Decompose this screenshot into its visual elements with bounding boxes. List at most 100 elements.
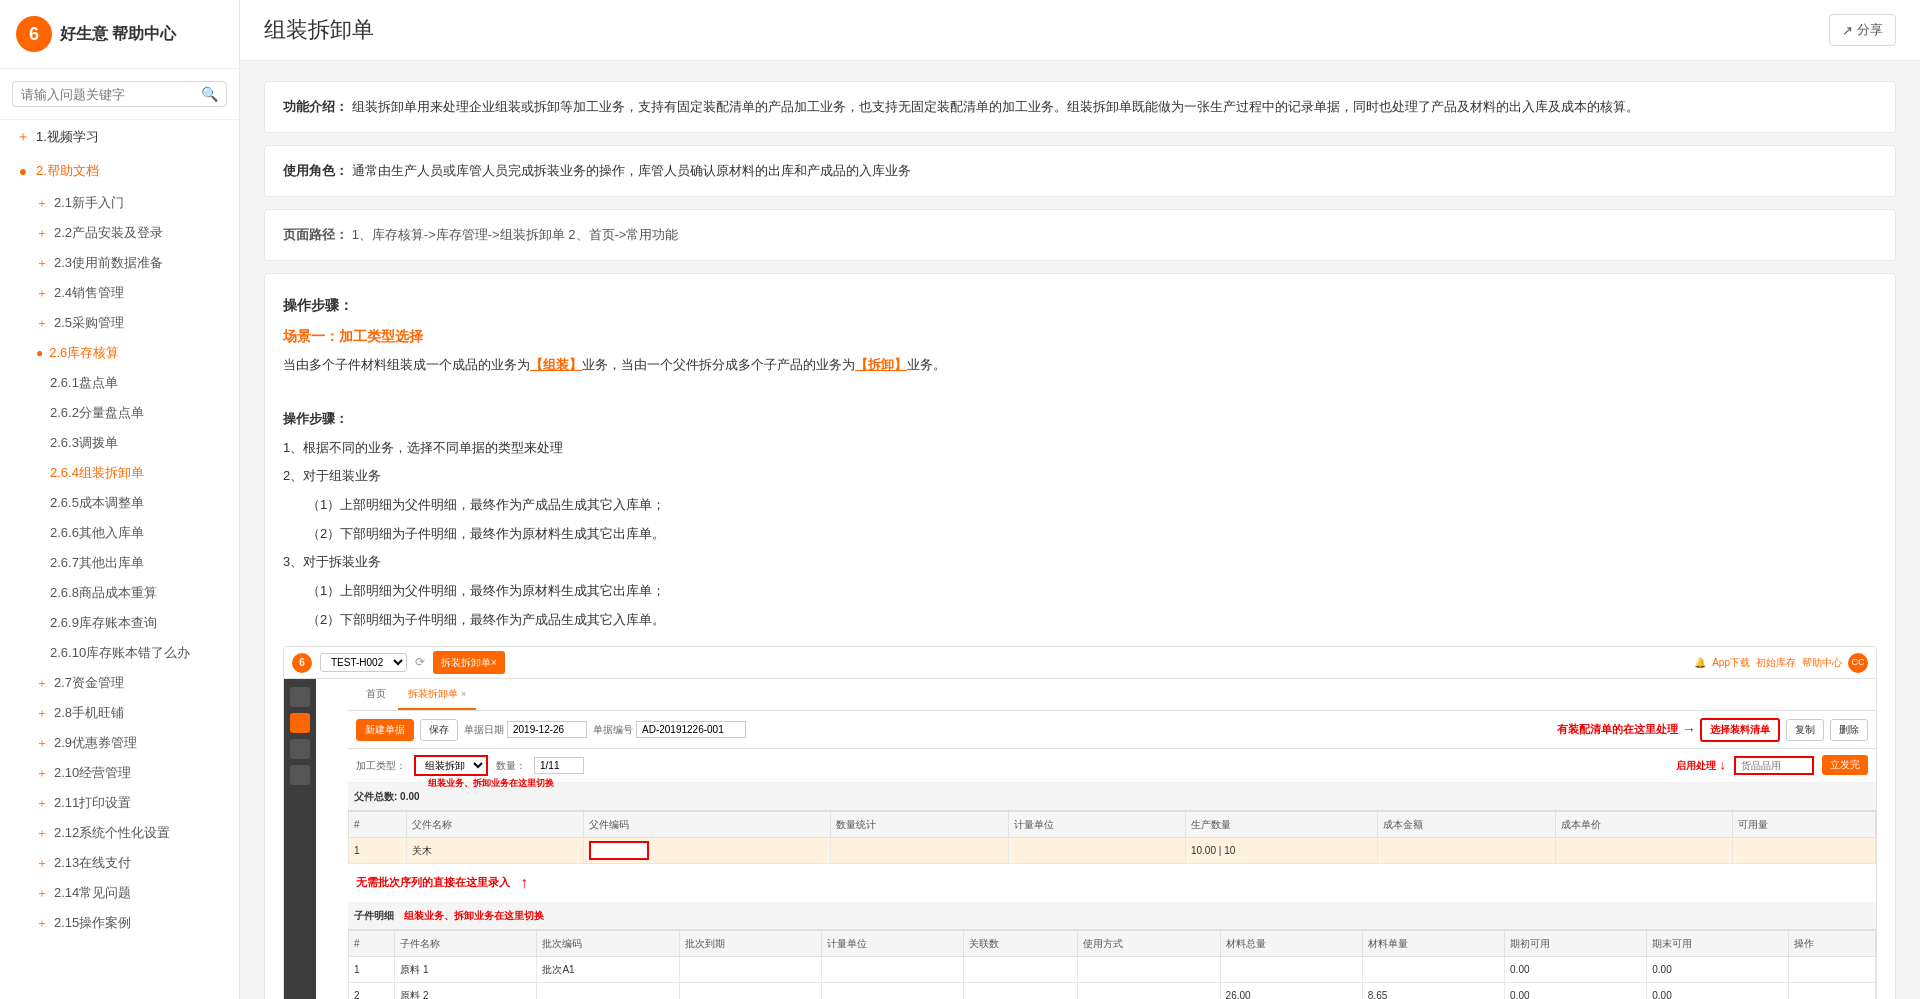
sim-nav-btn[interactable]: 拆装拆卸单× bbox=[433, 651, 505, 674]
step3-1: （1）上部明细为父件明细，最终作为原材料生成其它出库单； bbox=[283, 579, 1877, 604]
sim-action-btn2[interactable]: 删除 bbox=[1830, 719, 1868, 741]
sidebar-item-faq[interactable]: ＋2.14常见问题 bbox=[0, 878, 239, 908]
td-end: 0.00 bbox=[1647, 957, 1789, 983]
func-intro-card: 功能介绍： 组装拆卸单用来处理企业组装或拆卸等加工业务，支持有固定装配清单的产品… bbox=[264, 81, 1896, 133]
sim-type-label: 加工类型： bbox=[356, 756, 406, 775]
sidebar-item-docs[interactable]: ● 2.帮助文档 bbox=[0, 154, 239, 188]
sim-date-field: 单据日期 bbox=[464, 720, 587, 739]
role-text: 通常由生产人员或库管人员完成拆装业务的操作，库管人员确认原材料的出库和产成品的入… bbox=[352, 163, 911, 178]
td-unit bbox=[1008, 837, 1185, 863]
sidebar-item-ops[interactable]: ＋2.10经营管理 bbox=[0, 758, 239, 788]
sidebar-item-label: 2.帮助文档 bbox=[36, 162, 99, 180]
sim-mid-annotation: 无需批次序列的直接在这里录入 ↑ bbox=[348, 864, 1876, 902]
th-end-avail: 期末可用 bbox=[1647, 931, 1789, 957]
func-intro-text: 组装拆卸单用来处理企业组装或拆卸等加工业务，支持有固定装配清单的产品加工业务，也… bbox=[352, 99, 1639, 114]
sim-type-select[interactable]: 组装拆卸 bbox=[414, 755, 488, 776]
logo-text: 好生意 帮助中心 bbox=[60, 24, 176, 45]
sub-plus-icon: ＋ bbox=[36, 795, 48, 812]
search-box[interactable]: 🔍 bbox=[12, 81, 227, 107]
sidebar-item-cases[interactable]: ＋2.15操作案例 bbox=[0, 908, 239, 938]
sim-enable-btn[interactable]: 立发完 bbox=[1822, 755, 1868, 775]
path-text: 1、库存核算->库存管理->组装拆卸单 2、首页->常用功能 bbox=[352, 227, 679, 242]
td-parent-code bbox=[584, 837, 831, 863]
sim-save-btn[interactable]: 保存 bbox=[420, 719, 458, 741]
sidebar-item-costcalc[interactable]: 2.6.8商品成本重算 bbox=[50, 578, 239, 608]
th-avail: 可用量 bbox=[1733, 811, 1876, 837]
sim-tab-close-icon[interactable]: × bbox=[461, 689, 466, 699]
td-mat-total bbox=[1220, 957, 1362, 983]
sim-num-label: 父件总数: 0.00 bbox=[354, 791, 420, 802]
sim-type-row: 加工类型： 组装拆卸 数量： 组装业务、拆卸业务在这里切换 bbox=[348, 749, 1876, 783]
td-child-name: 原料 1 bbox=[395, 957, 537, 983]
sim-bom-select-btn[interactable]: 选择装料清单 bbox=[1700, 718, 1780, 742]
sub-plus-icon: ＋ bbox=[36, 765, 48, 782]
search-icon[interactable]: 🔍 bbox=[201, 86, 218, 102]
sidebar-item-outother[interactable]: 2.6.7其他出库单 bbox=[50, 548, 239, 578]
step2: 2、对于组装业务 bbox=[283, 464, 1877, 489]
sim-parent-table-header: # 父件名称 父件编码 数量统计 计量单位 生产数量 成本金额 成本单价 可用量 bbox=[349, 811, 1876, 837]
sim-topbar: 6 TEST-H002 ⟳ 拆装拆卸单× 🔔 App下载 初始库存 帮助中心 C… bbox=[284, 647, 1876, 679]
sidebar-item-partstake[interactable]: 2.6.2分量盘点单 bbox=[50, 398, 239, 428]
sim-qty-label: 数量： bbox=[496, 756, 526, 775]
header: 组装拆卸单 ↗ 分享 bbox=[240, 0, 1920, 61]
sidebar-item-onlinepay[interactable]: ＋2.13在线支付 bbox=[0, 848, 239, 878]
sidebar-item-install[interactable]: ＋2.2产品安装及登录 bbox=[0, 218, 239, 248]
ops-title: 操作步骤： bbox=[283, 292, 1877, 319]
sim-tab-home[interactable]: 首页 bbox=[356, 679, 396, 710]
sidebar-item-stockerr[interactable]: 2.6.10库存账本错了么办 bbox=[50, 638, 239, 668]
sim-no-input[interactable] bbox=[636, 721, 746, 738]
sidebar-item-new[interactable]: ＋2.1新手入门 bbox=[0, 188, 239, 218]
search-input[interactable] bbox=[21, 87, 201, 102]
step1: 1、根据不同的业务，选择不同单据的类型来处理 bbox=[283, 436, 1877, 461]
sim-app-link[interactable]: App下载 bbox=[1712, 653, 1750, 672]
sidebar-item-video[interactable]: ＋ 1.视频学习 bbox=[0, 120, 239, 154]
sidebar: 6 好生意 帮助中心 🔍 ＋ 1.视频学习 ● 2.帮助文档 ＋2.1新手入门 … bbox=[0, 0, 240, 999]
sidebar-item-transfer[interactable]: 2.6.3调拨单 bbox=[50, 428, 239, 458]
th-mat-total: 材料总量 bbox=[1220, 931, 1362, 957]
th-unit: 计量单位 bbox=[1008, 811, 1185, 837]
sidebar-item-finance[interactable]: ＋2.7资金管理 bbox=[0, 668, 239, 698]
func-intro-label: 功能介绍： bbox=[283, 99, 348, 114]
th-batch-code: 批次编码 bbox=[537, 931, 679, 957]
steps-card: 操作步骤： 场景一：加工类型选择 当由多个子件材料组装成一个成品的业务为【组装】… bbox=[264, 273, 1896, 999]
sim-arrow1: → bbox=[1682, 716, 1696, 743]
sidebar-item-mobile[interactable]: ＋2.8手机旺铺 bbox=[0, 698, 239, 728]
share-button[interactable]: ↗ 分享 bbox=[1829, 14, 1896, 46]
th-ops: 操作 bbox=[1789, 931, 1876, 957]
sidebar-item-stockcheck[interactable]: 2.6.9库存账本查询 bbox=[50, 608, 239, 638]
sim-date-input[interactable] bbox=[507, 721, 587, 738]
sidebar-item-print[interactable]: ＋2.11打印设置 bbox=[0, 788, 239, 818]
sim-qty-input[interactable] bbox=[534, 757, 584, 774]
sim-brand-input[interactable] bbox=[1734, 756, 1814, 775]
sim-new-btn[interactable]: 新建单据 bbox=[356, 719, 414, 741]
sidebar-item-stocktake[interactable]: 2.6.1盘点单 bbox=[50, 368, 239, 398]
sim-annotation1-area: 有装配清单的在这里处理 → 选择装料清单 bbox=[1557, 716, 1780, 743]
sim-avatar: CC bbox=[1848, 653, 1868, 673]
sim-init-link[interactable]: 初始库存 bbox=[1756, 653, 1796, 672]
sidebar-item-sales[interactable]: ＋2.4销售管理 bbox=[0, 278, 239, 308]
sim-help-link[interactable]: 帮助中心 bbox=[1802, 653, 1842, 672]
th-related: 关联数 bbox=[964, 931, 1078, 957]
th-batch-exp: 批次到期 bbox=[679, 931, 821, 957]
td-parent-code-input[interactable] bbox=[589, 841, 649, 860]
sim-tab-assembly[interactable]: 拆装拆卸单× bbox=[398, 679, 476, 710]
sim-arrow4: ↓ bbox=[1720, 753, 1727, 778]
sidebar-item-sysset[interactable]: ＋2.12系统个性化设置 bbox=[0, 818, 239, 848]
sim-bell-icon: 🔔 bbox=[1694, 653, 1706, 672]
sidebar-item-coupon[interactable]: ＋2.9优惠券管理 bbox=[0, 728, 239, 758]
sim-no-field: 单据编号 bbox=[593, 720, 746, 739]
th-parent-code: 父件编码 bbox=[584, 811, 831, 837]
sim-sidebar-icon-order bbox=[290, 739, 310, 759]
sidebar-item-data[interactable]: ＋2.3使用前数据准备 bbox=[0, 248, 239, 278]
sim-action-btn1[interactable]: 复制 bbox=[1786, 719, 1824, 741]
sidebar-item-purchase[interactable]: ＋2.5采购管理 bbox=[0, 308, 239, 338]
sim-sidebar bbox=[284, 679, 316, 999]
sidebar-item-assembly[interactable]: 2.6.4组装拆卸单 bbox=[50, 458, 239, 488]
sim-child-table: # 子件名称 批次编码 批次到期 计量单位 关联数 使用方式 材料总量 材料单量 bbox=[348, 930, 1876, 999]
sidebar-item-costadj[interactable]: 2.6.5成本调整单 bbox=[50, 488, 239, 518]
sidebar-item-inventory[interactable]: ●2.6库存核算 bbox=[0, 338, 239, 368]
sim-store-select[interactable]: TEST-H002 bbox=[320, 653, 407, 672]
td-seq: 1 bbox=[349, 957, 395, 983]
sidebar-item-inother[interactable]: 2.6.6其他入库单 bbox=[50, 518, 239, 548]
nav-sub-docs: ＋2.1新手入门 ＋2.2产品安装及登录 ＋2.3使用前数据准备 ＋2.4销售管… bbox=[0, 188, 239, 938]
